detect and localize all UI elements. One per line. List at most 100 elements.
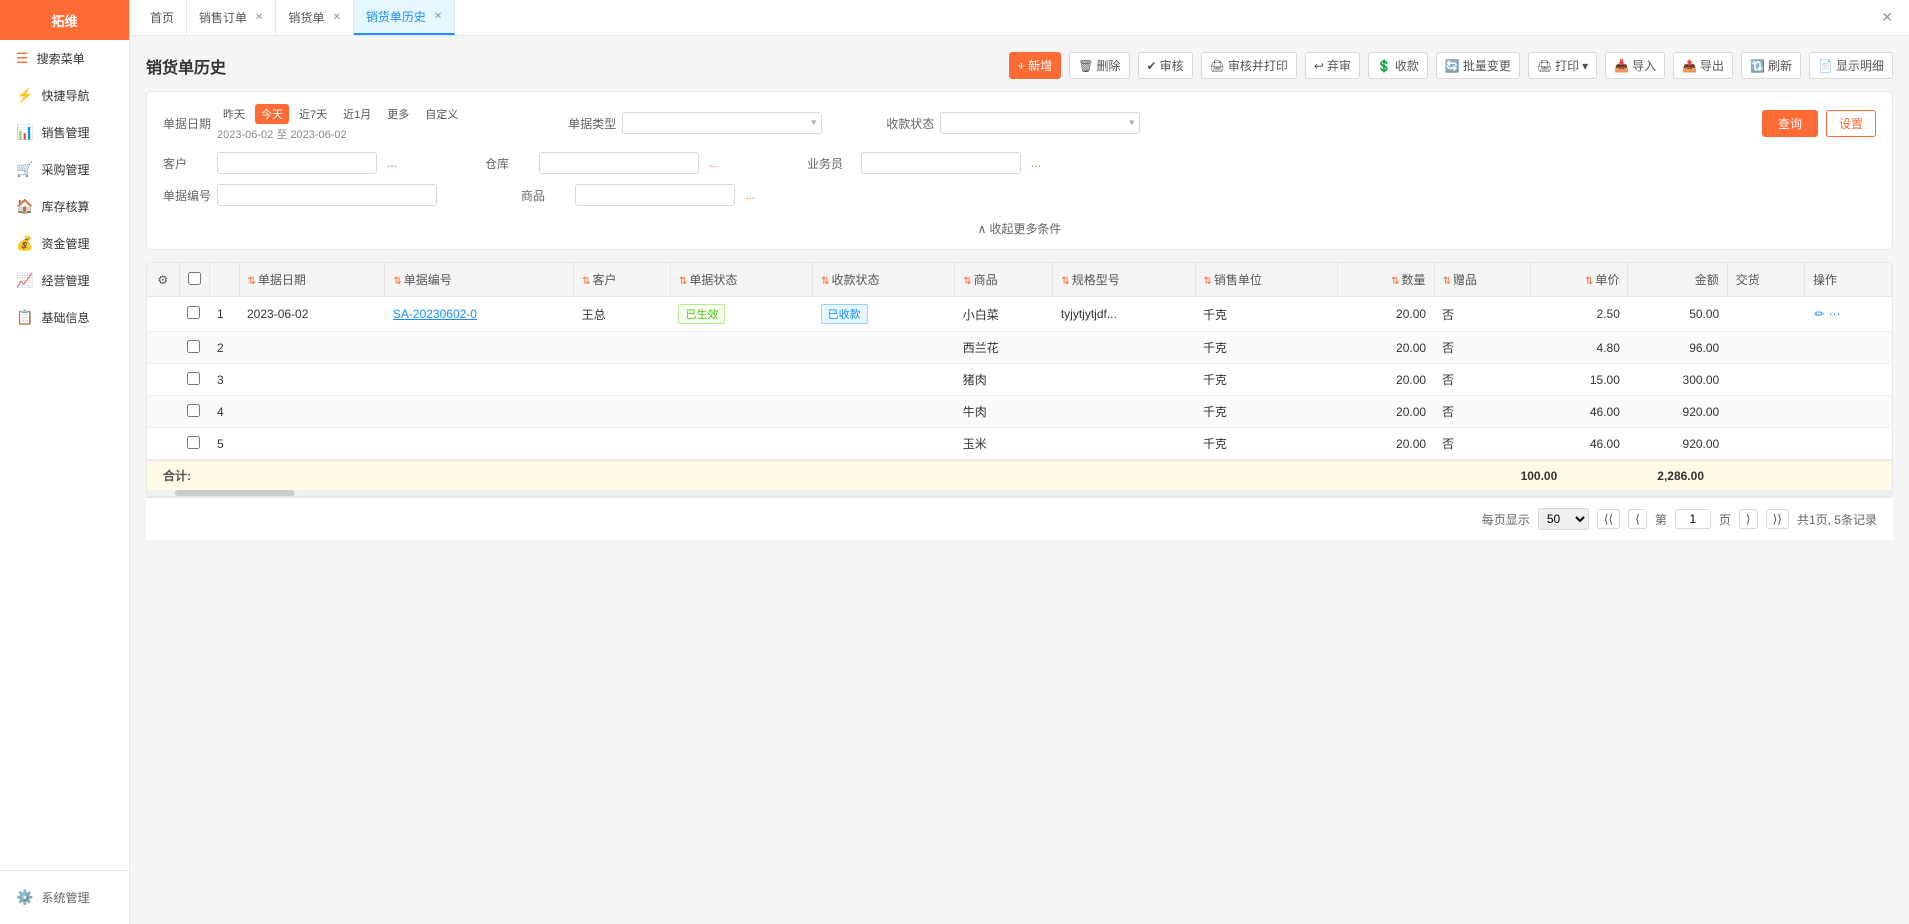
show-detail-button[interactable]: 📄 显示明细 [1809, 52, 1893, 79]
col-doc-no[interactable]: ⇅单据编号 [385, 263, 574, 297]
tab-home[interactable]: 首页 [138, 0, 187, 35]
page-suffix: 页 [1719, 511, 1731, 528]
query-button[interactable]: 查询 [1762, 110, 1818, 137]
warehouse-ellipsis[interactable]: ... [705, 156, 723, 170]
tab-sales-order[interactable]: 销售订单 ✕ [187, 0, 276, 35]
payment-status-select[interactable] [940, 112, 1140, 134]
review-button[interactable]: ✔ 审核 [1138, 52, 1193, 79]
system-icon: ⚙️ [16, 889, 33, 906]
filter-payment-status: 收款状态 [886, 112, 1140, 134]
sidebar-item-search-menu[interactable]: ☰ 搜索菜单 [0, 40, 129, 77]
col-goods[interactable]: ⇅商品 [955, 263, 1053, 297]
row-checkbox-3[interactable] [187, 404, 200, 417]
row-checkbox-0[interactable] [187, 306, 200, 319]
footer-label: 合计: [155, 467, 215, 484]
abandon-button[interactable]: ↩ 弃审 [1305, 52, 1360, 79]
salesperson-input[interactable] [861, 152, 1021, 174]
refresh-icon: 🔃 [1750, 59, 1765, 73]
customer-ellipsis[interactable]: ... [383, 156, 401, 170]
table-settings-icon[interactable]: ⚙ [147, 263, 179, 297]
table-cell: 否 [1434, 297, 1531, 332]
import-icon: 📥 [1614, 59, 1629, 73]
sidebar-item-base-info[interactable]: 📋 基础信息 [0, 299, 129, 336]
filter-warehouse: 仓库 ... [485, 152, 723, 174]
goods-input[interactable] [575, 184, 735, 206]
col-qty[interactable]: ⇅数量 [1337, 263, 1434, 297]
batch-change-icon: 🔄 [1445, 59, 1460, 73]
export-button[interactable]: 📤 导出 [1673, 52, 1733, 79]
col-unit-price[interactable]: ⇅单价 [1531, 263, 1628, 297]
per-page-select[interactable]: 50 100 200 [1538, 508, 1589, 530]
last-page-btn[interactable]: ⟩⟩ [1766, 509, 1789, 529]
sidebar-item-operations[interactable]: 📈 经营管理 [0, 262, 129, 299]
review-print-icon: 🖨 [1210, 59, 1225, 73]
date-tab-custom[interactable]: 自定义 [419, 104, 464, 124]
date-tab-1month[interactable]: 近1月 [337, 104, 377, 124]
col-doc-status[interactable]: ⇅单据状态 [670, 263, 812, 297]
date-tab-7days[interactable]: 近7天 [293, 104, 333, 124]
prev-page-btn[interactable]: ⟨ [1628, 509, 1647, 529]
col-payment-status[interactable]: ⇅收款状态 [813, 263, 955, 297]
row-checkbox-2[interactable] [187, 372, 200, 385]
next-page-btn[interactable]: ⟩ [1739, 509, 1758, 529]
edit-btn[interactable]: ✏ [1813, 307, 1827, 321]
collect-button[interactable]: 💲 收款 [1368, 52, 1428, 79]
tab-sales-goods-close[interactable]: ✕ [332, 12, 340, 23]
table-body: 12023-06-02SA-20230602-0王总已生效已收款小白菜tyjyt… [147, 297, 1892, 460]
content-area: 销货单历史 + 新增 🗑 删除 ✔ 审核 🖨 审核并打印 ↩ 弃审 [130, 36, 1909, 924]
first-page-btn[interactable]: ⟨⟨ [1597, 509, 1620, 529]
table-cell: 50.00 [1628, 297, 1727, 332]
print-button[interactable]: 🖨 打印 ▾ [1528, 52, 1597, 79]
doc-no-input[interactable] [217, 184, 437, 206]
col-customer[interactable]: ⇅客户 [574, 263, 671, 297]
batch-change-button[interactable]: 🔄 批量变更 [1436, 52, 1520, 79]
more-btn[interactable]: ⋯ [1827, 307, 1843, 321]
refresh-button[interactable]: 🔃 刷新 [1741, 52, 1801, 79]
goods-ellipsis[interactable]: ... [741, 188, 759, 202]
table-footer: 合计: 100.00 2,286.00 [147, 460, 1892, 490]
date-tab-yesterday[interactable]: 昨天 [217, 104, 251, 124]
setting-button[interactable]: 设置 [1826, 110, 1876, 137]
table-cell: 2023-06-02 [239, 297, 385, 332]
col-unit[interactable]: ⇅销售单位 [1195, 263, 1337, 297]
sidebar-item-purchase-mgmt[interactable]: 🛒 采购管理 [0, 151, 129, 188]
date-tab-more[interactable]: 更多 [381, 104, 415, 124]
select-all-checkbox[interactable] [188, 272, 201, 285]
import-button[interactable]: 📥 导入 [1605, 52, 1665, 79]
sidebar-item-label: 经营管理 [41, 272, 89, 289]
tab-sales-order-close[interactable]: ✕ [255, 12, 263, 23]
page-input[interactable] [1675, 509, 1711, 529]
collapse-button[interactable]: ∧ 收起更多条件 [978, 220, 1062, 237]
sidebar-item-system[interactable]: ⚙️ 系统管理 [0, 879, 129, 916]
sidebar-item-quick-nav[interactable]: ⚡ 快捷导航 [0, 77, 129, 114]
doc-type-select-wrapper [622, 112, 822, 134]
sidebar-item-finance[interactable]: 💰 资金管理 [0, 225, 129, 262]
delete-button[interactable]: 🗑 删除 [1069, 52, 1129, 79]
doc-type-select[interactable] [622, 112, 822, 134]
horizontal-scrollbar[interactable] [175, 490, 295, 496]
row-checkbox-4[interactable] [187, 436, 200, 449]
close-all-tabs[interactable]: ✕ [1873, 9, 1901, 26]
doc-no-link[interactable]: SA-20230602-0 [393, 307, 477, 321]
date-tab-today[interactable]: 今天 [255, 104, 289, 124]
table-row: 5玉米千克20.00否46.00920.00 [147, 428, 1892, 460]
warehouse-input[interactable] [539, 152, 699, 174]
table-cell [813, 364, 955, 396]
new-button[interactable]: + 新增 [1009, 52, 1061, 79]
col-gift[interactable]: ⇅赠品 [1434, 263, 1531, 297]
tab-sales-history-close[interactable]: ✕ [434, 11, 442, 22]
col-spec[interactable]: ⇅规格型号 [1053, 263, 1195, 297]
salesperson-ellipsis[interactable]: ... [1027, 156, 1045, 170]
sidebar-item-inventory[interactable]: 🏠 库存核算 [0, 188, 129, 225]
tab-sales-history[interactable]: 销货单历史 ✕ [354, 0, 455, 35]
row-checkbox-1[interactable] [187, 340, 200, 353]
col-doc-date[interactable]: ⇅单据日期 [239, 263, 385, 297]
tab-sales-goods[interactable]: 销货单 ✕ [276, 0, 353, 35]
table-cell: 4.80 [1531, 332, 1628, 364]
footer-values: 100.00 2,286.00 [215, 469, 1884, 483]
customer-input[interactable] [217, 152, 377, 174]
review-print-button[interactable]: 🖨 审核并打印 [1201, 52, 1297, 79]
table-row: 3猪肉千克20.00否15.00300.00 [147, 364, 1892, 396]
sidebar-item-sales-mgmt[interactable]: 📊 销售管理 [0, 114, 129, 151]
table-cell [574, 332, 671, 364]
